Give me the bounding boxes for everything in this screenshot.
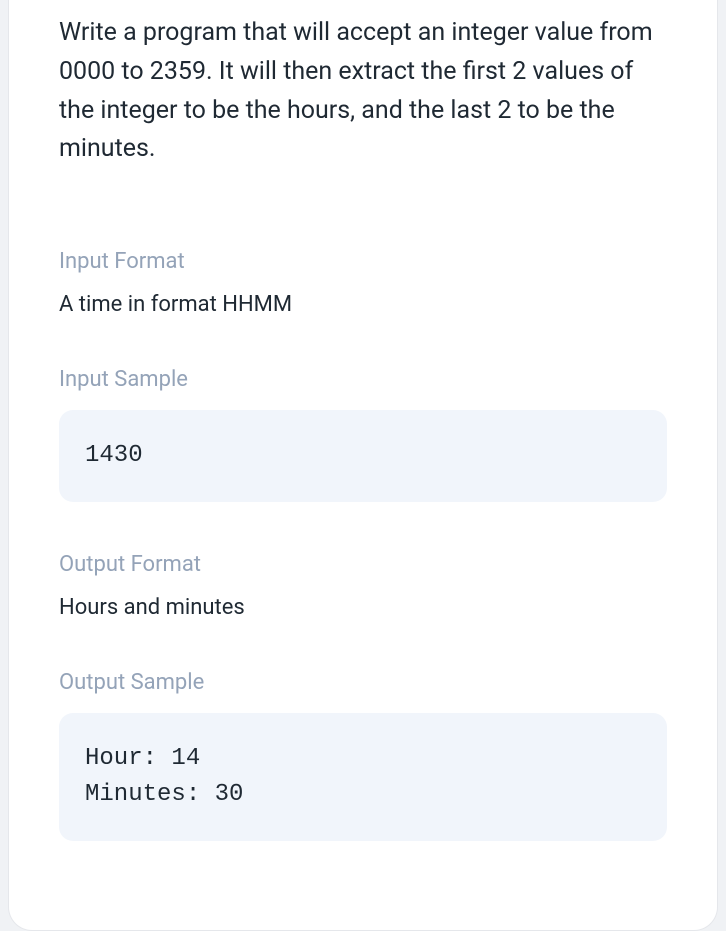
input-format-text: A time in format HHMM <box>59 292 667 317</box>
problem-card: Write a program that will accept an inte… <box>8 0 718 931</box>
output-sample-code: Hour: 14 Minutes: 30 <box>59 713 667 841</box>
output-sample-label: Output Sample <box>59 670 667 695</box>
input-sample-code: 1430 <box>59 410 667 502</box>
input-format-label: Input Format <box>59 249 667 274</box>
input-sample-label: Input Sample <box>59 367 667 392</box>
problem-statement: Write a program that will accept an inte… <box>59 14 667 169</box>
output-format-text: Hours and minutes <box>59 595 667 620</box>
output-format-label: Output Format <box>59 552 667 577</box>
